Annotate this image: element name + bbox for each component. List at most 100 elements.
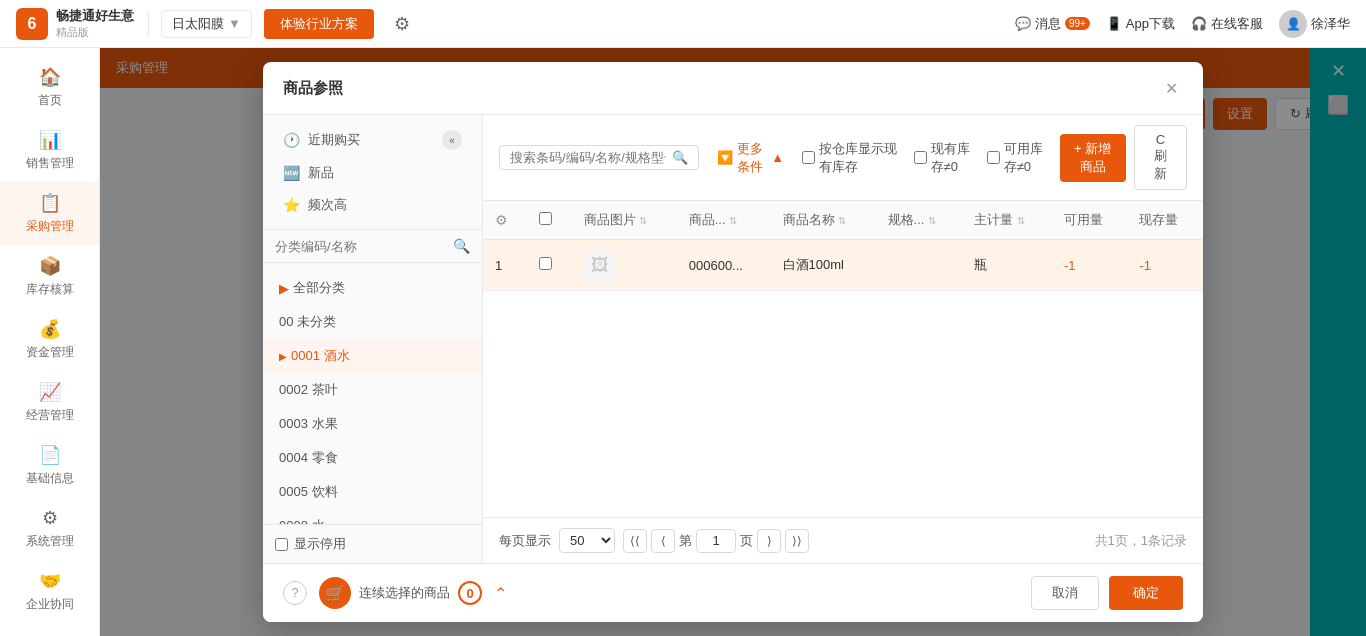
- add-product-button[interactable]: + 新增商品: [1060, 134, 1126, 182]
- sort-name-icon: ⇅: [838, 215, 846, 226]
- sidebar-item-purchase[interactable]: 📋 采购管理: [0, 182, 99, 245]
- category-liquor[interactable]: ▶ 0001 酒水: [263, 339, 482, 373]
- trial-button[interactable]: 体验行业方案: [264, 9, 374, 39]
- category-tea[interactable]: 0002 茶叶: [263, 373, 482, 407]
- quick-filter-recent[interactable]: 🕐 近期购买 «: [275, 123, 470, 157]
- recent-label: 近期购买: [308, 131, 360, 149]
- messages-label: 消息: [1035, 15, 1061, 33]
- row-image: 🖼: [572, 240, 677, 291]
- online-service-item[interactable]: 🎧 在线客服: [1191, 15, 1263, 33]
- sidebar-item-sales[interactable]: 📊 销售管理: [0, 119, 99, 182]
- settings-col-icon[interactable]: ⚙: [495, 212, 508, 228]
- col-available[interactable]: 可用量: [1052, 201, 1128, 240]
- col-spec-label: 规格...: [888, 212, 925, 227]
- product-reference-modal: 商品参照 ✕ 🕐 近期购买 «: [263, 62, 1203, 622]
- row-checkbox[interactable]: [527, 240, 571, 291]
- phone-icon: 📱: [1106, 16, 1122, 31]
- row-select-checkbox[interactable]: [539, 257, 552, 270]
- modal-close-button[interactable]: ✕: [1159, 76, 1183, 100]
- confirm-button[interactable]: 确定: [1109, 576, 1183, 610]
- col-code[interactable]: 商品... ⇅: [677, 201, 771, 240]
- last-page-btn[interactable]: ⟩⟩: [785, 529, 809, 553]
- top-nav: 6 畅捷通好生意 精品版 日太阳膜 ▼ 体验行业方案 ⚙ 💬 消息 99+ 📱 …: [0, 0, 1366, 48]
- prev-page-btn[interactable]: ⟨: [651, 529, 675, 553]
- operations-icon: 📈: [39, 381, 61, 403]
- collapse-footer-icon[interactable]: ⌃: [494, 584, 507, 603]
- settings-icon[interactable]: ⚙: [394, 13, 410, 35]
- category-snack[interactable]: 0004 零食: [263, 441, 482, 475]
- sidebar-item-guide[interactable]: 📖 新手引导: [0, 623, 99, 636]
- messages-item[interactable]: 💬 消息 99+: [1015, 15, 1090, 33]
- sidebar-item-inventory-label: 库存核算: [26, 281, 74, 298]
- user-item[interactable]: 👤 徐泽华: [1279, 10, 1350, 38]
- first-page-btn[interactable]: ⟨⟨: [623, 529, 647, 553]
- modal-title: 商品参照: [283, 79, 343, 98]
- category-uncategorized[interactable]: 00 未分类: [263, 305, 482, 339]
- product-thumbnail: 🖼: [584, 249, 616, 281]
- stock-nonzero-filter-label[interactable]: 现有库存≠0: [914, 140, 977, 176]
- page-number-input[interactable]: [696, 529, 736, 553]
- product-search-box: 🔍: [499, 145, 699, 170]
- sidebar-item-basics-label: 基础信息: [26, 470, 74, 487]
- page-summary: 共1页，1条记录: [1095, 532, 1187, 550]
- col-unit[interactable]: 主计量 ⇅: [962, 201, 1051, 240]
- category-beverage[interactable]: 0005 饮料: [263, 475, 482, 509]
- table-row[interactable]: 1 🖼 000600... 白酒100ml 瓶: [483, 240, 1203, 291]
- category-search-icon[interactable]: 🔍: [453, 238, 470, 254]
- warehouse-filter-checkbox[interactable]: [802, 151, 815, 164]
- col-name[interactable]: 商品名称 ⇅: [771, 201, 876, 240]
- select-all-checkbox[interactable]: [539, 212, 552, 225]
- app-download-item[interactable]: 📱 App下载: [1106, 15, 1175, 33]
- content-area: 采购管理 查询 设置 ↻ 刷新 ✕ ⬜ 商品参照 ✕: [100, 48, 1366, 636]
- show-disabled-checkbox[interactable]: [275, 538, 288, 551]
- sidebar-item-finance[interactable]: 💰 资金管理: [0, 308, 99, 371]
- sidebar-item-system-label: 系统管理: [26, 533, 74, 550]
- filter-icon: 🔽: [717, 150, 733, 165]
- cancel-button[interactable]: 取消: [1031, 576, 1099, 610]
- per-page-select[interactable]: 10 20 50 100: [559, 528, 615, 553]
- stock-nonzero-checkbox[interactable]: [914, 151, 927, 164]
- cart-count: 0: [458, 581, 482, 605]
- page-nav: ⟨⟨ ⟨ 第 页 ⟩ ⟩⟩: [623, 529, 809, 553]
- row-code: 000600...: [677, 240, 771, 291]
- cart-icon[interactable]: 🛒: [319, 577, 351, 609]
- sidebar-item-home[interactable]: 🏠 首页: [0, 56, 99, 119]
- product-search-icon[interactable]: 🔍: [672, 150, 688, 165]
- quick-filter-frequent[interactable]: ⭐ 频次高: [275, 189, 470, 221]
- category-snack-label: 0004 零食: [279, 449, 338, 467]
- category-fruit[interactable]: 0003 水果: [263, 407, 482, 441]
- product-search-input[interactable]: [510, 150, 666, 165]
- warehouse-filter-label[interactable]: 按仓库显示现有库存: [802, 140, 903, 176]
- collapse-btn[interactable]: «: [442, 130, 462, 150]
- available-nonzero-filter-label[interactable]: 可用库存≠0: [987, 140, 1050, 176]
- refresh-button[interactable]: C 刷新: [1134, 125, 1187, 190]
- more-filters-button[interactable]: 🔽 更多条件 ▲: [709, 136, 792, 180]
- stock-nonzero-text: 现有库存≠0: [931, 140, 977, 176]
- sidebar-item-operations[interactable]: 📈 经营管理: [0, 371, 99, 434]
- quick-filter-new[interactable]: 🆕 新品: [275, 157, 470, 189]
- col-image: 商品图片 ⇅: [572, 201, 677, 240]
- sidebar-item-enterprise[interactable]: 🤝 企业协同: [0, 560, 99, 623]
- pagination-bar: 每页显示 10 20 50 100 ⟨⟨ ⟨ 第: [483, 517, 1203, 563]
- available-nonzero-checkbox[interactable]: [987, 151, 1000, 164]
- category-liquor-label: 0001 酒水: [291, 347, 350, 365]
- frequent-label: 频次高: [308, 196, 347, 214]
- col-code-label: 商品...: [689, 212, 726, 227]
- sidebar-item-inventory[interactable]: 📦 库存核算: [0, 245, 99, 308]
- category-water[interactable]: 0008 水: [263, 509, 482, 524]
- help-icon[interactable]: ?: [283, 581, 307, 605]
- quick-filters: 🕐 近期购买 « 🆕 新品 ⭐ 频次高: [263, 115, 482, 230]
- sidebar-item-system[interactable]: ⚙ 系统管理: [0, 497, 99, 560]
- col-spec[interactable]: 规格... ⇅: [876, 201, 963, 240]
- user-avatar: 👤: [1279, 10, 1307, 38]
- branch-selector[interactable]: 日太阳膜 ▼: [161, 10, 252, 38]
- row-name: 白酒100ml: [771, 240, 876, 291]
- col-stock[interactable]: 现存量: [1127, 201, 1203, 240]
- sidebar-item-basics[interactable]: 📄 基础信息: [0, 434, 99, 497]
- col-settings[interactable]: ⚙: [483, 201, 527, 240]
- next-page-btn[interactable]: ⟩: [757, 529, 781, 553]
- logo-sub: 精品版: [56, 25, 134, 40]
- category-all[interactable]: ▶ 全部分类: [263, 271, 482, 305]
- sidebar-item-enterprise-label: 企业协同: [26, 596, 74, 613]
- category-search-input[interactable]: [275, 239, 447, 254]
